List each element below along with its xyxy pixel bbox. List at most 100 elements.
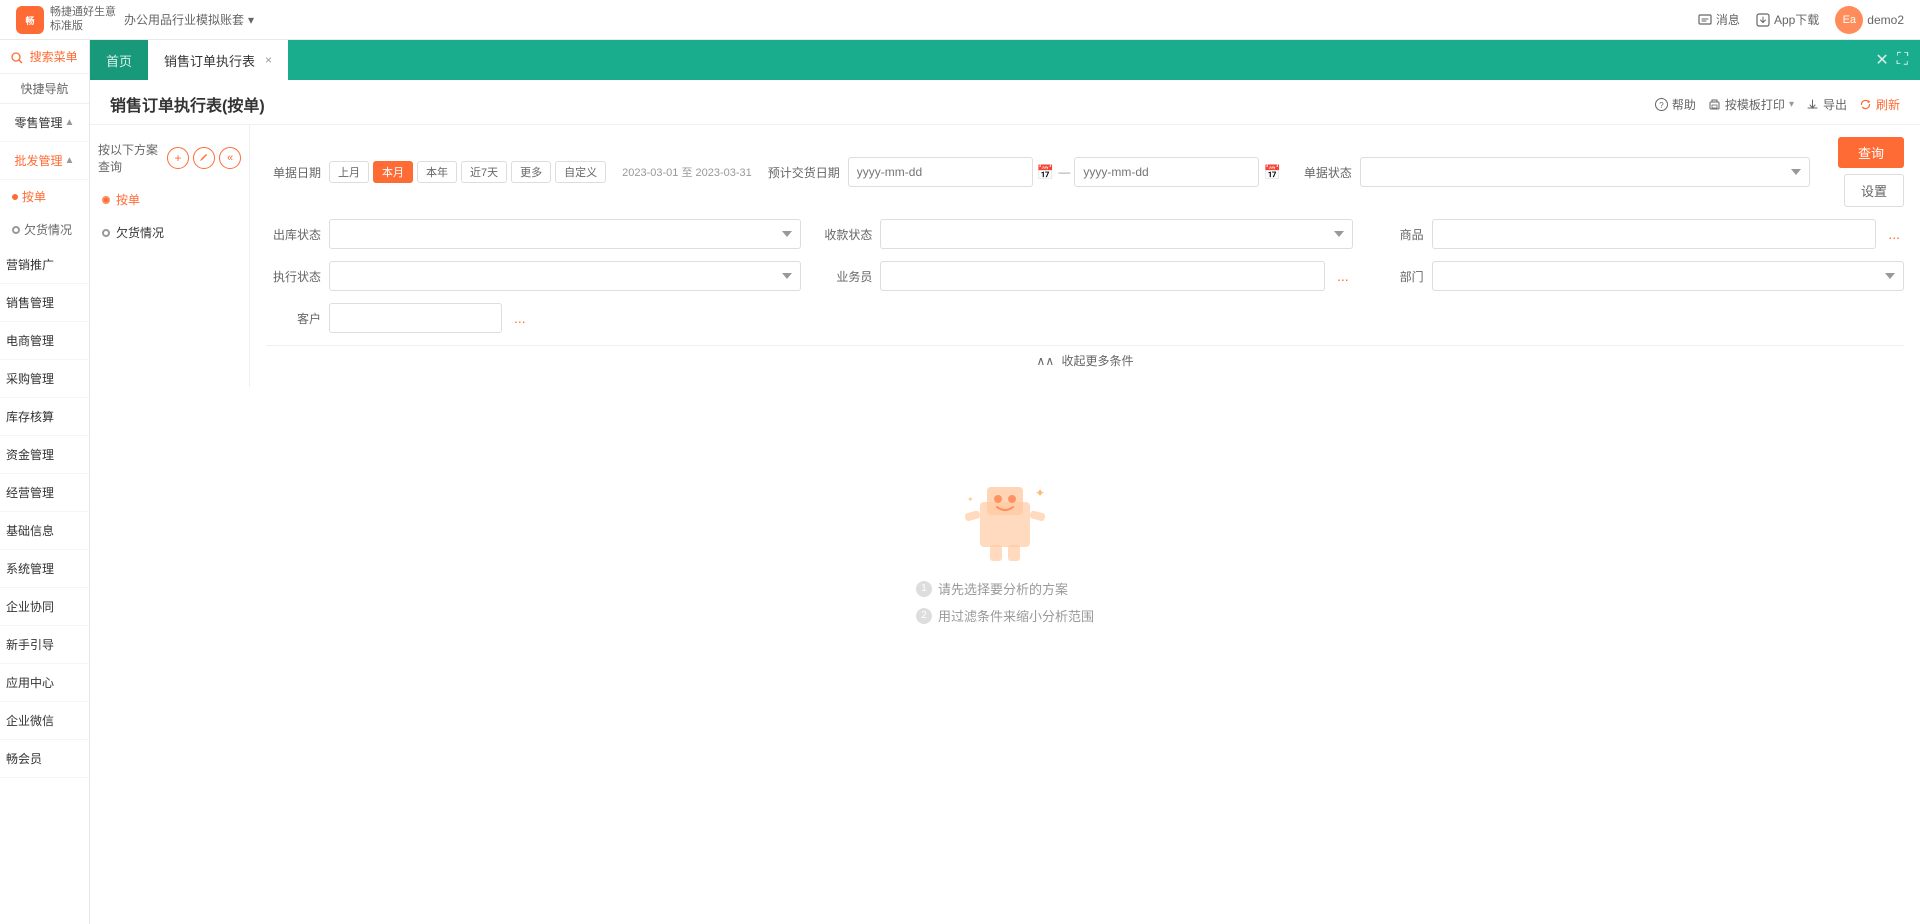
tab-home[interactable]: 首页 [90, 40, 148, 80]
dq-custom[interactable]: 自定义 [555, 161, 606, 183]
sidebar-item-purchase[interactable]: 采购管理 [0, 360, 89, 398]
filter-row-1: 单据日期 上月 本月 本年 近7天 更多 自定义 2023 [266, 137, 1904, 207]
svg-text:✦: ✦ [967, 495, 974, 504]
filter-left-panel: 按以下方案查询 + « 按单 [90, 125, 250, 387]
app-download-btn[interactable]: App下载 [1756, 11, 1819, 28]
customer-input[interactable] [329, 303, 502, 333]
sidebar-item-retail[interactable]: 零售管理 ▲ [0, 104, 89, 142]
sidebar-item-finance[interactable]: 资金管理 [0, 436, 89, 474]
tip-num-2: 2 [916, 608, 932, 624]
sidebar-item-appstore[interactable]: 应用中心 [0, 664, 89, 702]
filter-field-department: 部门 [1369, 261, 1904, 291]
filter-row-2: 出库状态 收款状态 商品 ... [266, 219, 1904, 249]
query-actions: 查询 设置 [1826, 137, 1904, 207]
sidebar-sub-item-qian[interactable]: 欠货情况 [0, 213, 89, 246]
goods-picker-btn[interactable]: ... [1884, 226, 1904, 242]
date-range-display: 2023-03-01 至 2023-03-31 [622, 164, 752, 180]
message-btn[interactable]: 消息 [1698, 11, 1740, 28]
help-btn[interactable]: ? 帮助 [1655, 96, 1696, 113]
empty-tip-1: 1 请先选择要分析的方案 [916, 579, 1094, 598]
filter-field-docstatus: 单据状态 [1297, 157, 1810, 187]
sidebar-item-wechat[interactable]: 企业微信 [0, 702, 89, 740]
expected-label: 预计交货日期 [768, 164, 840, 181]
tab-sales-exec[interactable]: 销售订单执行表 × [148, 40, 288, 80]
print-btn[interactable]: 按模板打印 ▾ [1708, 96, 1794, 113]
settings-button[interactable]: 设置 [1844, 174, 1904, 207]
sidebar-sub-item-anpai[interactable]: 按单 [0, 180, 89, 213]
breadcrumb[interactable]: 办公用品行业模拟账套 ▾ [124, 11, 254, 28]
filter-add-btn[interactable]: + [167, 147, 189, 169]
sidebar-item-sales[interactable]: 销售管理 [0, 284, 89, 322]
dq-more[interactable]: 更多 [511, 161, 551, 183]
dq-7days[interactable]: 近7天 [461, 161, 507, 183]
sidebar-search[interactable]: 搜索菜单 [0, 40, 89, 74]
docstatus-select[interactable] [1360, 157, 1810, 187]
salesman-picker-btn[interactable]: ... [1333, 268, 1353, 284]
filter-edit-btn[interactable] [193, 147, 215, 169]
top-header-left: 畅 畅捷通好生意 标准版 办公用品行业模拟账套 ▾ [16, 6, 254, 34]
filter-row-4: 客户 ... [266, 303, 1904, 333]
customer-picker-btn[interactable]: ... [510, 310, 530, 326]
sidebar-item-member[interactable]: 畅会员 [0, 740, 89, 778]
filter-plan-qian[interactable]: 欠货情况 [90, 216, 249, 249]
filter-collapse-btn[interactable]: « [219, 147, 241, 169]
refresh-btn[interactable]: 刷新 [1859, 96, 1900, 113]
svg-text:✦: ✦ [1035, 486, 1045, 500]
sidebar-item-marketing[interactable]: 营销推广 [0, 246, 89, 284]
date-dash: — [1058, 165, 1070, 179]
dq-year[interactable]: 本年 [417, 161, 457, 183]
filter-field-customer: 客户 ... [266, 303, 506, 333]
tab-close-window-icon[interactable]: ✕ [1875, 50, 1888, 70]
tab-close-icon[interactable]: × [265, 53, 272, 67]
dq-prev-month[interactable]: 上月 [329, 161, 369, 183]
salesman-input[interactable] [880, 261, 1325, 291]
stockstatus-select[interactable] [329, 219, 801, 249]
filter-field-receiptstatus: 收款状态 [817, 219, 1352, 249]
execstatus-label: 执行状态 [266, 268, 321, 285]
receiptstatus-select[interactable] [880, 219, 1352, 249]
user-info[interactable]: Ea demo2 [1835, 6, 1904, 34]
stockstatus-label: 出库状态 [266, 226, 321, 243]
query-button[interactable]: 查询 [1838, 137, 1904, 168]
empty-illustration: ✦ ✦ [955, 467, 1055, 567]
collapse-bar[interactable]: ∧∧ 收起更多条件 [266, 345, 1904, 375]
tab-bar-right: ✕ ⛶ [1875, 50, 1920, 70]
main-layout: 搜索菜单 快捷导航 零售管理 ▲ 批发管理 ▲ 按单 欠货情况 营销推广 销售管… [0, 40, 1920, 924]
logo-icon: 畅 [16, 6, 44, 34]
sidebar-item-enterprise[interactable]: 企业协同 [0, 588, 89, 626]
empty-state: ✦ ✦ 1 请先选择要分析的方案 2 用过滤条件来缩小分析范围 [90, 387, 1920, 705]
calendar-icon-start[interactable]: 📅 [1037, 164, 1054, 181]
sidebar-item-operation[interactable]: 经营管理 [0, 474, 89, 512]
goods-label: 商品 [1369, 226, 1424, 243]
sidebar-item-inventory[interactable]: 库存核算 [0, 398, 89, 436]
sidebar-item-basic[interactable]: 基础信息 [0, 512, 89, 550]
plan-dot-anpai [102, 196, 110, 204]
filter-plan-anpai[interactable]: 按单 [90, 183, 249, 216]
sidebar-item-newguide[interactable]: 新手引导 [0, 626, 89, 664]
receiptstatus-label: 收款状态 [817, 226, 872, 243]
sidebar-item-wholesale[interactable]: 批发管理 ▲ [0, 142, 89, 180]
export-btn[interactable]: 导出 [1806, 96, 1847, 113]
sidebar-item-system[interactable]: 系统管理 [0, 550, 89, 588]
sidebar-shortcut[interactable]: 快捷导航 [0, 74, 89, 104]
sidebar: 搜索菜单 快捷导航 零售管理 ▲ 批发管理 ▲ 按单 欠货情况 营销推广 销售管… [0, 40, 90, 924]
filter-panel: 按以下方案查询 + « 按单 [90, 125, 1920, 387]
execstatus-select[interactable] [329, 261, 801, 291]
filter-field-execstatus: 执行状态 [266, 261, 801, 291]
expected-date-range: 📅 — 📅 [848, 157, 1281, 187]
logo-area[interactable]: 畅 畅捷通好生意 标准版 [16, 6, 116, 34]
date-quick-btns: 上月 本月 本年 近7天 更多 自定义 [329, 161, 606, 183]
dq-cur-month[interactable]: 本月 [373, 161, 413, 183]
sub-dot-anpai [12, 194, 18, 200]
department-select[interactable] [1432, 261, 1904, 291]
calendar-icon-end[interactable]: 📅 [1263, 164, 1280, 181]
page-title: 销售订单执行表(按单) [110, 92, 265, 116]
sidebar-item-ecommerce[interactable]: 电商管理 [0, 322, 89, 360]
expected-date-end[interactable] [1074, 157, 1259, 187]
goods-input[interactable] [1432, 219, 1877, 249]
empty-tips: 1 请先选择要分析的方案 2 用过滤条件来缩小分析范围 [916, 579, 1094, 625]
tab-maximize-icon[interactable]: ⛶ [1897, 51, 1908, 69]
print-dropdown-icon[interactable]: ▾ [1789, 99, 1794, 110]
filter-row-3: 执行状态 业务员 ... 部门 [266, 261, 1904, 291]
expected-date-start[interactable] [848, 157, 1033, 187]
